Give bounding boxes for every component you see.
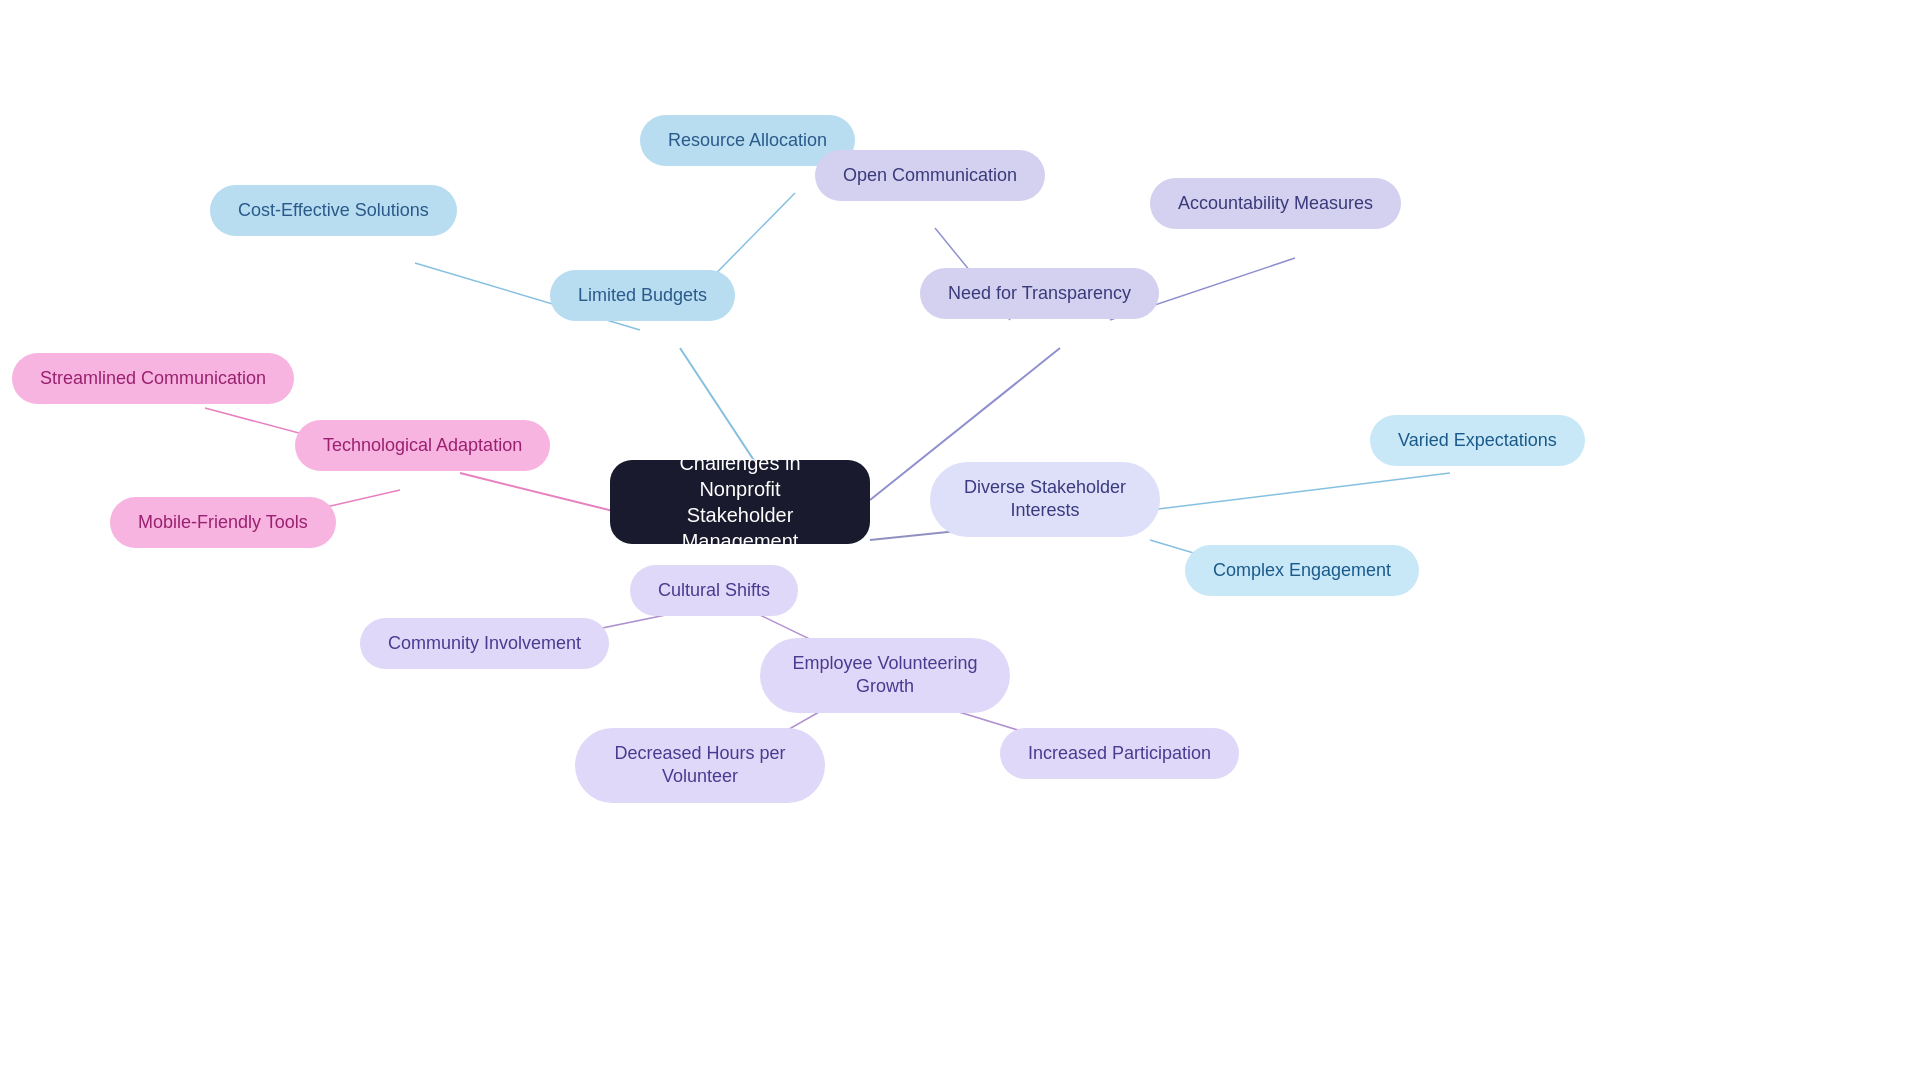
node-label: Increased Participation [1028,742,1211,765]
node-label: Cultural Shifts [658,579,770,602]
node-label: Open Communication [843,164,1017,187]
node-technological-adaptation: Technological Adaptation [295,420,550,471]
node-cultural-shifts: Cultural Shifts [630,565,798,616]
node-diverse-stakeholder-interests: Diverse Stakeholder Interests [930,462,1160,537]
node-label: Streamlined Communication [40,367,266,390]
node-label: Community Involvement [388,632,581,655]
node-label: Decreased Hours per Volunteer [603,742,797,789]
node-accountability-measures: Accountability Measures [1150,178,1401,229]
node-decreased-hours-per-volunteer: Decreased Hours per Volunteer [575,728,825,803]
node-streamlined-communication: Streamlined Communication [12,353,294,404]
node-increased-participation: Increased Participation [1000,728,1239,779]
node-open-communication: Open Communication [815,150,1045,201]
node-complex-engagement: Complex Engagement [1185,545,1419,596]
center-node: Challenges in Nonprofit Stakeholder Mana… [610,460,870,544]
node-label: Complex Engagement [1213,559,1391,582]
node-label: Need for Transparency [948,282,1131,305]
node-label: Employee Volunteering Growth [788,652,982,699]
center-label: Challenges in Nonprofit Stakeholder Mana… [638,450,842,554]
node-label: Accountability Measures [1178,192,1373,215]
node-mobile-friendly-tools: Mobile-Friendly Tools [110,497,336,548]
node-label: Varied Expectations [1398,429,1557,452]
node-label: Limited Budgets [578,284,707,307]
node-community-involvement: Community Involvement [360,618,609,669]
svg-line-9 [1150,473,1450,510]
node-label: Technological Adaptation [323,434,522,457]
node-need-for-transparency: Need for Transparency [920,268,1159,319]
node-label: Diverse Stakeholder Interests [958,476,1132,523]
node-cost-effective-solutions: Cost-Effective Solutions [210,185,457,236]
node-employee-volunteering-growth: Employee Volunteering Growth [760,638,1010,713]
node-label: Cost-Effective Solutions [238,199,429,222]
node-label: Mobile-Friendly Tools [138,511,308,534]
node-label: Resource Allocation [668,129,827,152]
node-limited-budgets: Limited Budgets [550,270,735,321]
node-varied-expectations: Varied Expectations [1370,415,1585,466]
